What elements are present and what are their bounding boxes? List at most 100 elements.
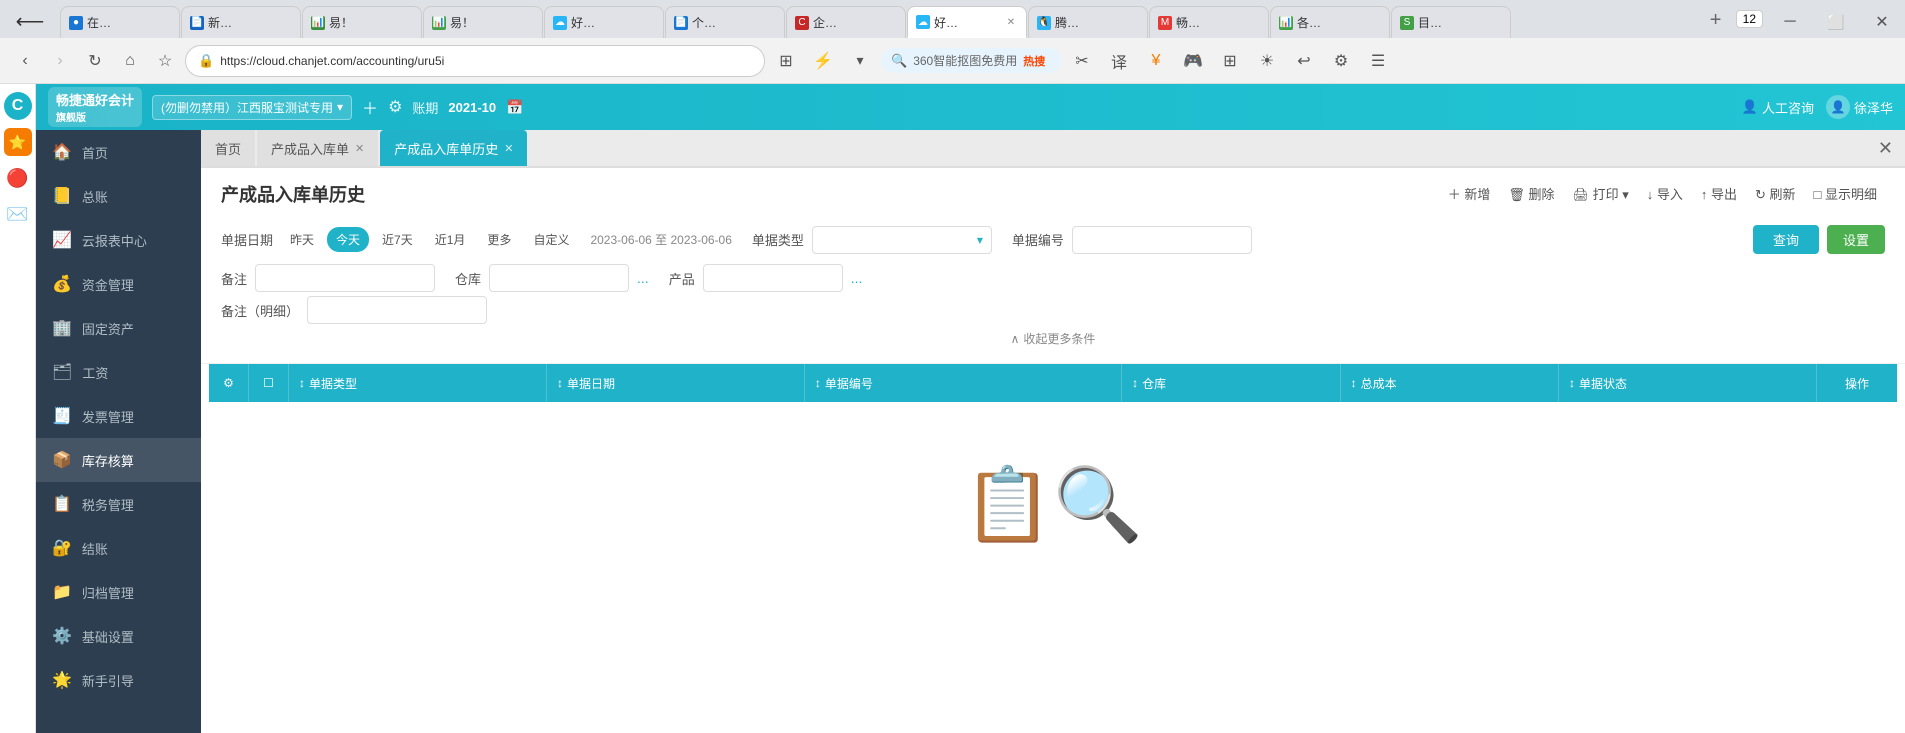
date-yesterday[interactable]: 昨天 <box>281 227 323 252</box>
sidebar-item-云报表中心[interactable]: 📈 云报表中心 <box>36 218 201 262</box>
export-button[interactable]: ↑ 导出 <box>1693 180 1745 207</box>
translate-icon[interactable]: 译 <box>1103 45 1135 77</box>
address-bar[interactable]: 🔒 https://cloud.chanjet.com/accounting/u… <box>185 45 765 77</box>
more-icon[interactable]: ↩ <box>1288 45 1320 77</box>
browser-tab-7[interactable]: C 企… <box>786 6 906 38</box>
inner-tab-home[interactable]: 首页 <box>201 130 255 166</box>
browser-tab-5[interactable]: ☁ 好… <box>544 6 664 38</box>
th-num[interactable]: ↕ 单据编号 <box>805 364 1122 402</box>
date-1month[interactable]: 近1月 <box>426 227 475 252</box>
sidebar-item-新手引导[interactable]: 🌟 新手引导 <box>36 658 201 702</box>
app-icon-4[interactable]: ✉️ <box>4 200 32 228</box>
app-icon-3[interactable]: 🔴 <box>4 164 32 192</box>
detail-note-input[interactable] <box>307 296 487 324</box>
th-store[interactable]: ↕ 仓库 <box>1122 364 1340 402</box>
browser-tab-1[interactable]: ● 在… <box>60 6 180 38</box>
sidebar-item-发票管理[interactable]: 🧾 发票管理 <box>36 394 201 438</box>
sidebar-item-结账[interactable]: 🔐 结账 <box>36 526 201 570</box>
scissors-icon[interactable]: ✂ <box>1066 45 1098 77</box>
sidebar-item-总账[interactable]: 📒 总账 <box>36 174 201 218</box>
maximize-button[interactable]: ⬜ <box>1813 8 1859 36</box>
refresh-button[interactable]: ↻ 刷新 <box>1747 180 1804 207</box>
th-status[interactable]: ↕ 单据状态 <box>1559 364 1817 402</box>
app-icon-1[interactable]: C <box>4 92 32 120</box>
add-company-button[interactable]: ＋ <box>362 95 378 119</box>
store-input[interactable] <box>489 264 629 292</box>
show-detail-checkbox[interactable]: □ 显示明细 <box>1806 180 1885 207</box>
browser-back-icon[interactable]: ⟵ <box>16 9 45 34</box>
search-placeholder: 360智能抠图免费用 <box>913 52 1017 69</box>
inner-tab-history[interactable]: 产成品入库单历史 ✕ <box>380 130 527 166</box>
num-input[interactable] <box>1072 226 1252 254</box>
sidebar-item-资金管理[interactable]: 💰 资金管理 <box>36 262 201 306</box>
date-7days[interactable]: 近7天 <box>373 227 422 252</box>
import-button[interactable]: ↓ 导入 <box>1639 180 1691 207</box>
browser-tab-9[interactable]: 🐧 腾… <box>1028 6 1148 38</box>
menu-icon[interactable]: ☰ <box>1362 45 1394 77</box>
settings-icon[interactable]: ⚙ <box>1325 45 1357 77</box>
nav-home-button[interactable]: ⌂ <box>115 46 145 76</box>
tab-add-button[interactable]: + <box>1700 6 1732 38</box>
store-more-dots[interactable]: ... <box>637 270 649 286</box>
product-input[interactable] <box>703 264 843 292</box>
close-button[interactable]: ✕ <box>1859 8 1905 36</box>
browser-tab-4[interactable]: 📊 易！ <box>423 6 543 38</box>
user-service-button[interactable]: 👤 人工咨询 <box>1742 98 1814 117</box>
nav-refresh-button[interactable]: ↻ <box>80 46 110 76</box>
browser-tab-12[interactable]: S 目… <box>1391 6 1511 38</box>
user-avatar[interactable]: 👤 徐泽华 <box>1826 95 1893 119</box>
tab-history-close-icon[interactable]: ✕ <box>504 142 513 155</box>
browser-tab-8[interactable]: ☁ 好… ✕ <box>907 6 1027 38</box>
sidebar-icon: 🧾 <box>52 406 72 426</box>
grid-view-icon[interactable]: ⊞ <box>1214 45 1246 77</box>
sidebar-item-工资[interactable]: 🗂 工资 <box>36 350 201 394</box>
collapse-bar[interactable]: ∧ 收起更多条件 <box>221 324 1885 353</box>
product-more-dots[interactable]: ... <box>851 270 863 286</box>
tab-list-close-icon[interactable]: ✕ <box>355 142 364 155</box>
date-more[interactable]: 更多 <box>478 227 520 252</box>
sidebar-item-固定资产[interactable]: 🏢 固定资产 <box>36 306 201 350</box>
add-button[interactable]: ＋ 新增 <box>1440 180 1499 207</box>
calendar-icon[interactable]: 📅 <box>506 99 523 116</box>
browser-tab-11[interactable]: 📊 各… <box>1270 6 1390 38</box>
minimize-button[interactable]: ─ <box>1767 8 1813 36</box>
browser-tab-10[interactable]: M 畅… <box>1149 6 1269 38</box>
sidebar-item-归档管理[interactable]: 📁 归档管理 <box>36 570 201 614</box>
lightning-icon[interactable]: ⚡ <box>807 45 839 77</box>
sidebar-item-基础设置[interactable]: ⚙️ 基础设置 <box>36 614 201 658</box>
company-selector[interactable]: (勿删勿禁用）江西服宝测试专用 ▾ <box>152 95 352 120</box>
panel-close-button[interactable]: ✕ <box>1866 130 1905 166</box>
sidebar-item-首页[interactable]: 🏠 首页 <box>36 130 201 174</box>
search-bar[interactable]: 🔍 360智能抠图免费用 热搜 <box>881 48 1061 73</box>
th-cost[interactable]: ↕ 总成本 <box>1341 364 1559 402</box>
th-check[interactable]: ☐ <box>249 364 289 402</box>
sidebar-item-税务管理[interactable]: 📋 税务管理 <box>36 482 201 526</box>
inner-tab-list[interactable]: 产成品入库单 ✕ <box>257 130 378 166</box>
setting-button[interactable]: 设置 <box>1827 225 1885 254</box>
gamepad-icon[interactable]: 🎮 <box>1177 45 1209 77</box>
app-icon-2[interactable]: ⭐ <box>4 128 32 156</box>
print-button[interactable]: 🖨 打印 ▾ <box>1565 180 1637 207</box>
type-dropdown[interactable]: ▾ <box>812 226 992 254</box>
nav-forward-button[interactable]: › <box>45 46 75 76</box>
th-type[interactable]: ↕ 单据类型 <box>289 364 547 402</box>
note-input[interactable] <box>255 264 435 292</box>
theme-icon[interactable]: ☀ <box>1251 45 1283 77</box>
tab-close-icon[interactable]: ✕ <box>1004 15 1018 29</box>
delete-button[interactable]: 🗑 删除 <box>1500 180 1562 207</box>
dropdown-arrow[interactable]: ▾ <box>844 45 876 77</box>
th-gear[interactable]: ⚙ <box>209 364 249 402</box>
search-button[interactable]: 查询 <box>1753 225 1819 254</box>
nav-back-button[interactable]: ‹ <box>10 46 40 76</box>
currency-icon[interactable]: ¥ <box>1140 45 1172 77</box>
th-date[interactable]: ↕ 单据日期 <box>547 364 805 402</box>
date-today[interactable]: 今天 <box>327 227 369 252</box>
browser-tab-2[interactable]: 📄 新… <box>181 6 301 38</box>
grid-icon[interactable]: ⊞ <box>770 45 802 77</box>
nav-bookmark-button[interactable]: ☆ <box>150 46 180 76</box>
browser-tab-3[interactable]: 📊 易！ <box>302 6 422 38</box>
browser-tab-6[interactable]: 📄 个… <box>665 6 785 38</box>
sidebar-item-库存核算[interactable]: 📦 库存核算 <box>36 438 201 482</box>
date-custom[interactable]: 自定义 <box>524 227 578 252</box>
settings-header-icon[interactable]: ⚙ <box>388 97 402 117</box>
